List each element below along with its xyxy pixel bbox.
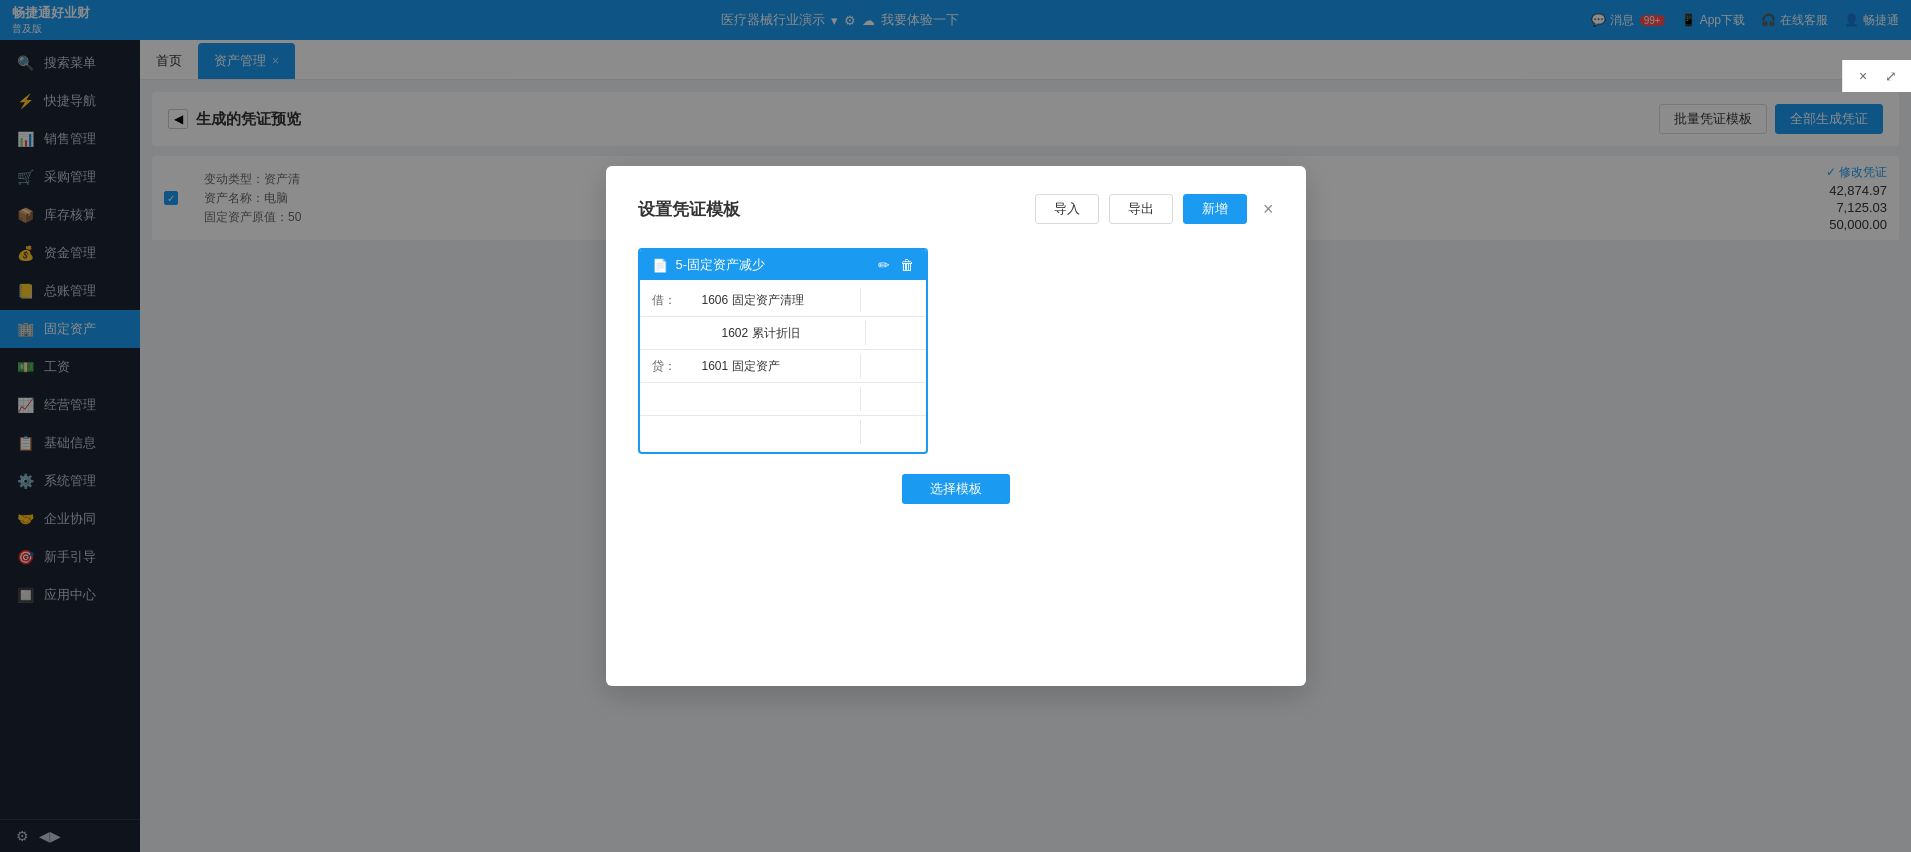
template-col-6 [861,354,914,378]
export-btn[interactable]: 导出 [1109,194,1173,224]
template-card-header: 📄 5-固定资产减少 ✏ 🗑 [640,250,926,280]
import-btn[interactable]: 导入 [1035,194,1099,224]
select-template-btn[interactable]: 选择模板 [902,474,1010,504]
template-debit-row-2: 1602 累计折旧 [640,317,926,350]
template-card-body: 借： 1606 固定资产清理 1602 累计折旧 贷： [640,280,926,452]
template-col-1 [808,288,862,312]
template-col-4 [866,321,914,345]
close-window-btn[interactable]: × [1851,64,1875,88]
template-header-left: 📄 5-固定资产减少 [652,256,766,274]
template-title: 5-固定资产减少 [676,256,766,274]
template-empty-row-1 [640,383,926,416]
template-empty-row-2 [640,416,926,448]
template-actions: ✏ 🗑 [878,257,914,273]
template-edit-icon[interactable]: ✏ [878,257,890,273]
template-col-5 [808,354,862,378]
template-card: 📄 5-固定资产减少 ✏ 🗑 借： 1606 固定资产清理 [638,248,928,454]
template-col-3 [818,321,867,345]
window-controls: × ⤢ [1842,60,1911,92]
template-col-2 [861,288,914,312]
modal-overlay: 设置凭证模板 导入 导出 新增 × 📄 5-固定资产减少 ✏ 🗑 [0,0,1911,852]
modal-toolbar: 导入 导出 新增 [1035,194,1247,224]
modal-dialog: 设置凭证模板 导入 导出 新增 × 📄 5-固定资产减少 ✏ 🗑 [606,166,1306,686]
template-credit-row-1: 贷： 1601 固定资产 [640,350,926,383]
modal-title: 设置凭证模板 [638,198,740,221]
template-delete-icon[interactable]: 🗑 [900,257,914,273]
template-doc-icon: 📄 [652,258,668,273]
template-debit-row-1: 借： 1606 固定资产清理 [640,284,926,317]
expand-window-btn[interactable]: ⤢ [1879,64,1903,88]
modal-header: 设置凭证模板 导入 导出 新增 × [638,194,1274,224]
new-btn[interactable]: 新增 [1183,194,1247,224]
modal-close-btn[interactable]: × [1263,200,1274,218]
